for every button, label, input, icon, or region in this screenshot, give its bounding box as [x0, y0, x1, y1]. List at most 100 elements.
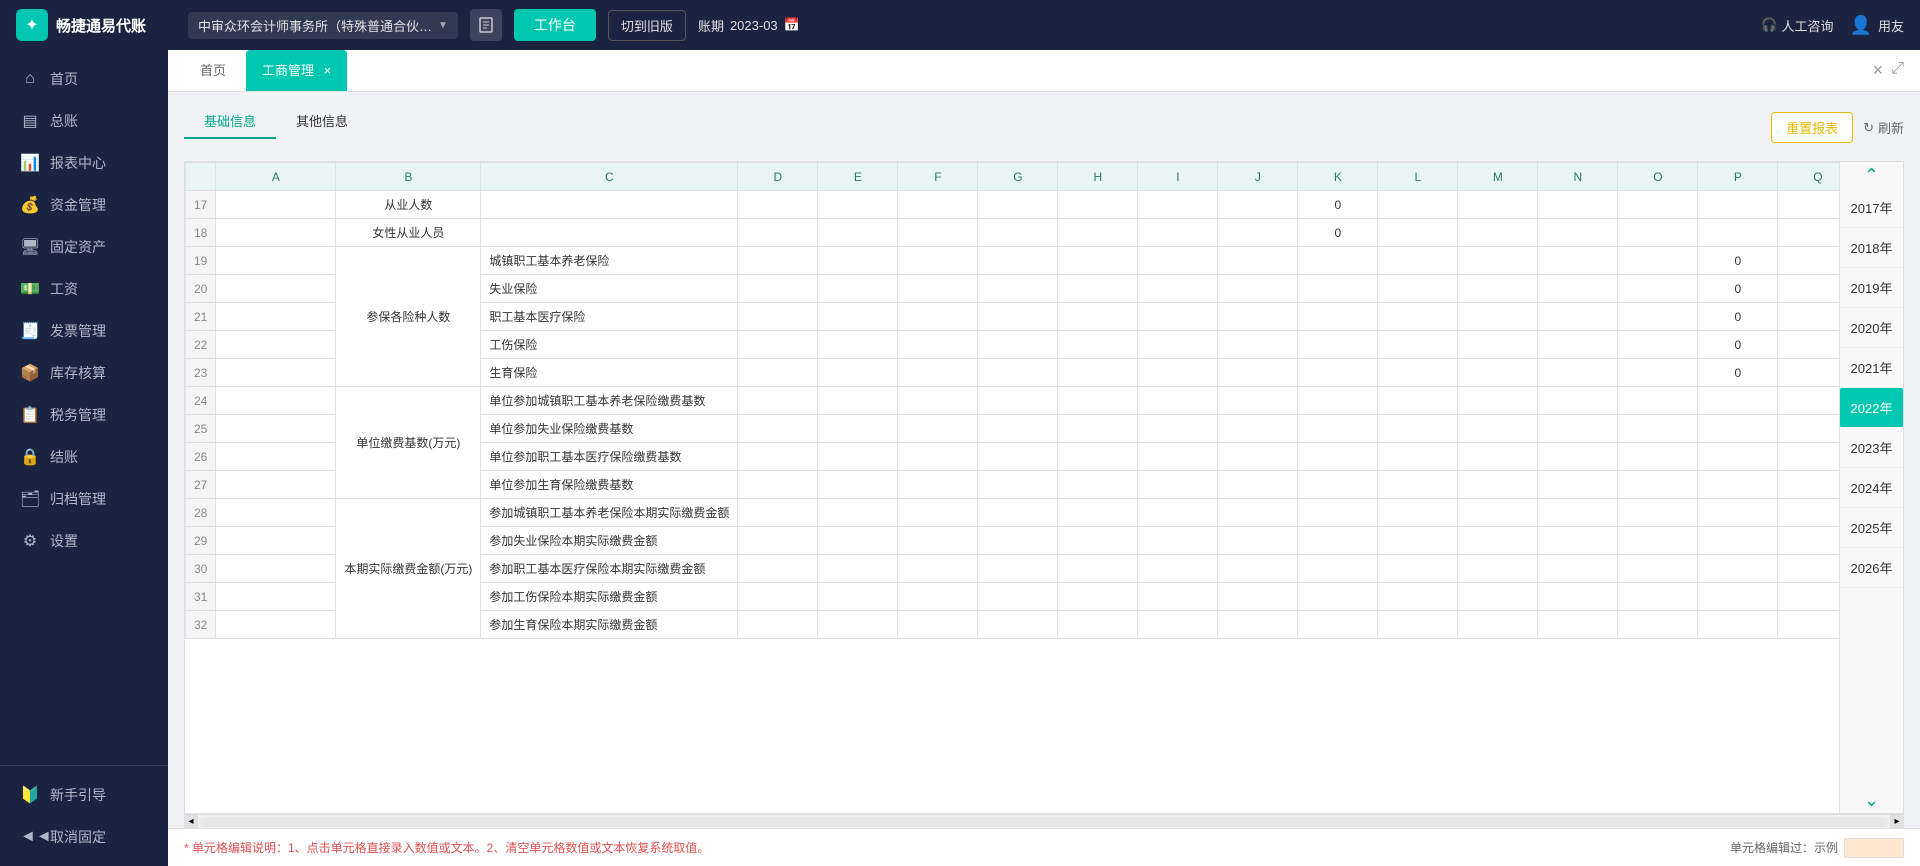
cell-p-18[interactable]	[1698, 219, 1778, 247]
cell-c-26[interactable]: 单位参加职工基本医疗保险缴费基数	[481, 443, 738, 471]
cell-D-28[interactable]	[738, 499, 818, 527]
cell-E-28[interactable]	[818, 499, 898, 527]
cell-G-19[interactable]	[978, 247, 1058, 275]
cell-G-28[interactable]	[978, 499, 1058, 527]
cell-c-28[interactable]: 参加城镇职工基本养老保险本期实际缴费金额	[481, 499, 738, 527]
cell-q-22[interactable]	[1778, 331, 1839, 359]
cell-l-29[interactable]	[1378, 527, 1458, 555]
cell-J-24[interactable]	[1218, 387, 1298, 415]
cell-F-29[interactable]	[898, 527, 978, 555]
cell-n-27[interactable]	[1538, 471, 1618, 499]
cell-J-18[interactable]	[1218, 219, 1298, 247]
cell-n-31[interactable]	[1538, 583, 1618, 611]
cell-c-30[interactable]: 参加职工基本医疗保险本期实际缴费金额	[481, 555, 738, 583]
cell-c-22[interactable]: 工伤保险	[481, 331, 738, 359]
sidebar-item-close[interactable]: 🔒 结账	[0, 436, 168, 478]
cell-D-27[interactable]	[738, 471, 818, 499]
cell-G-17[interactable]	[978, 191, 1058, 219]
cell-E-30[interactable]	[818, 555, 898, 583]
cell-D-19[interactable]	[738, 247, 818, 275]
cell-H-18[interactable]	[1058, 219, 1138, 247]
year-item-2024[interactable]: 2024年	[1840, 468, 1903, 508]
cell-H-20[interactable]	[1058, 275, 1138, 303]
cell-n-24[interactable]	[1538, 387, 1618, 415]
cell-p-30[interactable]	[1698, 555, 1778, 583]
cell-q-18[interactable]	[1778, 219, 1839, 247]
cell-o-20[interactable]	[1618, 275, 1698, 303]
cell-J-32[interactable]	[1218, 611, 1298, 639]
cell-I-17[interactable]	[1138, 191, 1218, 219]
cell-F-22[interactable]	[898, 331, 978, 359]
cell-I-28[interactable]	[1138, 499, 1218, 527]
cell-k-19[interactable]	[1298, 247, 1378, 275]
cell-D-21[interactable]	[738, 303, 818, 331]
cell-E-22[interactable]	[818, 331, 898, 359]
cell-c-27[interactable]: 单位参加生育保险缴费基数	[481, 471, 738, 499]
tab-close-window-icon[interactable]: ×	[1873, 60, 1884, 81]
cell-F-20[interactable]	[898, 275, 978, 303]
cell-I-27[interactable]	[1138, 471, 1218, 499]
cell-c-23[interactable]: 生育保险	[481, 359, 738, 387]
cell-p-31[interactable]	[1698, 583, 1778, 611]
cell-m-26[interactable]	[1458, 443, 1538, 471]
cell-p-17[interactable]	[1698, 191, 1778, 219]
cell-c-24[interactable]: 单位参加城镇职工基本养老保险缴费基数	[481, 387, 738, 415]
cell-b-18[interactable]: 女性从业人员	[336, 219, 481, 247]
tab-home[interactable]: 首页	[184, 50, 242, 91]
cell-p-22[interactable]: 0	[1698, 331, 1778, 359]
cell-k-31[interactable]	[1298, 583, 1378, 611]
cell-q-17[interactable]	[1778, 191, 1839, 219]
cell-a-28[interactable]	[216, 499, 336, 527]
cell-J-19[interactable]	[1218, 247, 1298, 275]
year-item-2017[interactable]: 2017年	[1840, 188, 1903, 228]
calendar-icon[interactable]: 📅	[784, 17, 800, 33]
cell-F-21[interactable]	[898, 303, 978, 331]
cell-q-20[interactable]	[1778, 275, 1839, 303]
cell-m-32[interactable]	[1458, 611, 1538, 639]
cell-E-27[interactable]	[818, 471, 898, 499]
cell-c-18[interactable]	[481, 219, 738, 247]
cell-H-19[interactable]	[1058, 247, 1138, 275]
cell-l-20[interactable]	[1378, 275, 1458, 303]
cell-k-25[interactable]	[1298, 415, 1378, 443]
cell-k-30[interactable]	[1298, 555, 1378, 583]
cell-a-30[interactable]	[216, 555, 336, 583]
h-scroll-track[interactable]	[200, 817, 1888, 827]
cell-H-25[interactable]	[1058, 415, 1138, 443]
cell-D-24[interactable]	[738, 387, 818, 415]
cell-J-17[interactable]	[1218, 191, 1298, 219]
cell-p-24[interactable]	[1698, 387, 1778, 415]
cell-D-20[interactable]	[738, 275, 818, 303]
cell-q-25[interactable]	[1778, 415, 1839, 443]
cell-k-21[interactable]	[1298, 303, 1378, 331]
cell-I-20[interactable]	[1138, 275, 1218, 303]
cell-I-19[interactable]	[1138, 247, 1218, 275]
cell-n-28[interactable]	[1538, 499, 1618, 527]
cell-E-20[interactable]	[818, 275, 898, 303]
cell-k-20[interactable]	[1298, 275, 1378, 303]
cell-H-21[interactable]	[1058, 303, 1138, 331]
cell-D-32[interactable]	[738, 611, 818, 639]
cell-G-21[interactable]	[978, 303, 1058, 331]
cell-m-18[interactable]	[1458, 219, 1538, 247]
cell-J-27[interactable]	[1218, 471, 1298, 499]
cell-F-17[interactable]	[898, 191, 978, 219]
cell-m-17[interactable]	[1458, 191, 1538, 219]
cell-H-30[interactable]	[1058, 555, 1138, 583]
consult-button[interactable]: 🎧 人工咨询	[1761, 16, 1833, 35]
cell-H-26[interactable]	[1058, 443, 1138, 471]
cell-p-19[interactable]: 0	[1698, 247, 1778, 275]
cell-l-27[interactable]	[1378, 471, 1458, 499]
cell-D-17[interactable]	[738, 191, 818, 219]
cell-o-19[interactable]	[1618, 247, 1698, 275]
cell-I-32[interactable]	[1138, 611, 1218, 639]
cell-n-25[interactable]	[1538, 415, 1618, 443]
cell-m-19[interactable]	[1458, 247, 1538, 275]
cell-o-29[interactable]	[1618, 527, 1698, 555]
cell-c-25[interactable]: 单位参加失业保险缴费基数	[481, 415, 738, 443]
cell-l-24[interactable]	[1378, 387, 1458, 415]
cell-D-31[interactable]	[738, 583, 818, 611]
cell-E-29[interactable]	[818, 527, 898, 555]
cell-c-31[interactable]: 参加工伤保险本期实际缴费金额	[481, 583, 738, 611]
cell-J-25[interactable]	[1218, 415, 1298, 443]
